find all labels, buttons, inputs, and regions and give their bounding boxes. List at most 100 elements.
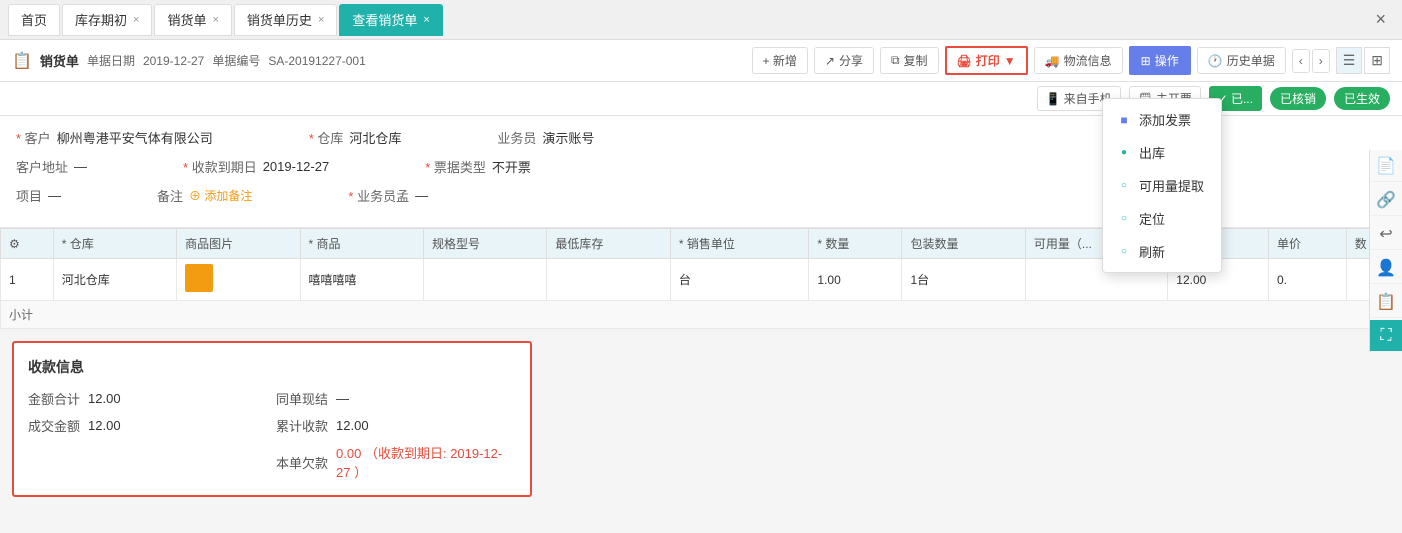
total-received-row: 累计收款 12.00	[276, 416, 516, 435]
project-label: 项目	[16, 186, 42, 205]
logistics-button-label: 物流信息	[1064, 52, 1112, 69]
current-due-amount: 0.00	[336, 446, 361, 461]
logistics-icon: 🚚	[1045, 54, 1060, 68]
outbound-icon: ●	[1117, 147, 1131, 158]
effect-badge[interactable]: 已生效	[1334, 87, 1390, 110]
window-close-button[interactable]: ×	[1367, 9, 1394, 30]
tab-home[interactable]: 首页	[8, 4, 60, 36]
sidebar-return-icon[interactable]: ↩	[1370, 218, 1402, 250]
row-img	[177, 259, 300, 301]
effect-badge-label: 已生效	[1344, 92, 1380, 106]
logistics-button[interactable]: 🚚 物流信息	[1034, 47, 1123, 74]
confirm-label: 已...	[1231, 90, 1253, 107]
add-note-button[interactable]: ⊕ 添加备注	[189, 187, 252, 204]
salesperson-field: 业务员孟 —	[348, 186, 428, 205]
tab-sales-history-close[interactable]: ×	[318, 14, 324, 26]
locate-label: 定位	[1139, 209, 1165, 228]
add-note-label: 添加备注	[204, 189, 252, 203]
doc-info: 📋 销货单 单据日期 2019-12-27 单据编号 SA-20191227-0…	[12, 51, 366, 71]
tab-sales[interactable]: 销货单 ×	[154, 4, 231, 36]
warehouse-field: 仓库 河北仓库	[309, 128, 402, 147]
grid-view-button[interactable]: ⊞	[1364, 47, 1390, 74]
salesperson-value: —	[415, 188, 428, 203]
available-icon: ○	[1117, 180, 1131, 191]
row-product: 嘻嘻嘻嘻	[300, 259, 423, 301]
address-field: 客户地址 —	[16, 157, 87, 176]
col-pack-qty: 包装数量	[902, 229, 1025, 259]
copy-button[interactable]: ⧉ 复制	[880, 47, 939, 74]
print-button[interactable]: 🖨 打印 ▼	[945, 46, 1028, 75]
tab-sales-history[interactable]: 销货单历史 ×	[234, 4, 337, 36]
sidebar-link-icon[interactable]: 🔗	[1370, 184, 1402, 216]
ticket-type-label: 票据类型	[425, 157, 486, 176]
deal-amount-value: 12.00	[88, 418, 121, 433]
tab-sales-close[interactable]: ×	[212, 14, 218, 26]
list-view-button[interactable]: ☰	[1336, 47, 1363, 74]
col-img: 商品图片	[177, 229, 300, 259]
payment-grid: 金额合计 12.00 成交金额 12.00 同单现结 — 累计收款 12.00 …	[28, 389, 516, 481]
share-button[interactable]: ↗ 分享	[814, 47, 874, 74]
new-button[interactable]: + 新增	[752, 47, 808, 74]
project-field: 项目 —	[16, 186, 61, 205]
sidebar-user-icon[interactable]: 👤	[1370, 252, 1402, 284]
share-button-label: 分享	[839, 52, 863, 69]
available-label: 可用量提取	[1139, 176, 1204, 195]
row-warehouse: 河北仓库	[53, 259, 176, 301]
staff-field: 业务员 演示账号	[497, 128, 594, 147]
col-gear: ⚙	[1, 229, 54, 259]
tab-inventory-close[interactable]: ×	[133, 14, 139, 26]
notes-field: 备注 ⊕ 添加备注	[157, 186, 252, 205]
dropdown-add-invoice[interactable]: ■ 添加发票	[1103, 103, 1221, 136]
add-invoice-label: 添加发票	[1139, 110, 1191, 129]
tab-view-sales[interactable]: 查看销货单 ×	[339, 4, 442, 36]
due-date-close: ）	[354, 465, 367, 480]
col-product: * 商品	[300, 229, 423, 259]
tab-inventory[interactable]: 库存期初 ×	[62, 4, 152, 36]
add-invoice-icon: ■	[1117, 113, 1131, 127]
dropdown-outbound[interactable]: ● 出库	[1103, 136, 1221, 169]
tab-bar: 首页 库存期初 × 销货单 × 销货单历史 × 查看销货单 × ×	[0, 0, 1402, 40]
sidebar-note-icon[interactable]: 📋	[1370, 286, 1402, 318]
new-button-label: + 新增	[763, 52, 797, 69]
notes-label: 备注	[157, 186, 183, 205]
dropdown-available[interactable]: ○ 可用量提取	[1103, 169, 1221, 202]
sold-badge[interactable]: 已核销	[1270, 87, 1326, 110]
date-label: 单据日期	[87, 52, 135, 69]
same-order-label: 同单现结	[276, 389, 328, 408]
amount-value: 12.00	[88, 391, 121, 406]
subtotal-row: 小计	[1, 301, 1402, 329]
dropdown-locate[interactable]: ○ 定位	[1103, 202, 1221, 235]
history-button[interactable]: 🕐 历史单据	[1197, 47, 1286, 74]
project-value: —	[48, 188, 61, 203]
payment-col-right: 同单现结 — 累计收款 12.00 本单欠款 0.00 （收款到期日: 2019…	[276, 389, 516, 481]
main-toolbar: 📋 销货单 单据日期 2019-12-27 单据编号 SA-20191227-0…	[0, 40, 1402, 82]
history-button-label: 历史单据	[1227, 52, 1275, 69]
row-qty: 1.00	[809, 259, 902, 301]
prev-button[interactable]: ‹	[1292, 49, 1310, 73]
refresh-label: 刷新	[1139, 242, 1165, 261]
dropdown-refresh[interactable]: ○ 刷新	[1103, 235, 1221, 268]
total-received-label: 累计收款	[276, 416, 328, 435]
col-min-stock: 最低库存	[547, 229, 670, 259]
deal-amount-row: 成交金额 12.00	[28, 416, 268, 435]
address-label: 客户地址	[16, 157, 68, 176]
col-spec: 规格型号	[423, 229, 546, 259]
tab-view-sales-close[interactable]: ×	[423, 14, 429, 26]
operate-button-label: 操作	[1155, 52, 1179, 69]
payment-date-field: 收款到期日 2019-12-27	[183, 157, 329, 176]
sidebar-doc-icon[interactable]: 📄	[1370, 150, 1402, 182]
payment-title: 收款信息	[28, 357, 516, 377]
row-unit: 台	[670, 259, 809, 301]
customer-label: 客户	[16, 128, 51, 147]
share-icon: ↗	[825, 54, 835, 68]
toolbar-actions: + 新增 ↗ 分享 ⧉ 复制 🖨 打印 ▼ 🚚 物流信息 ⊞ 操作 🕐 历史单据…	[752, 46, 1390, 75]
next-button[interactable]: ›	[1312, 49, 1330, 73]
current-due-label: 本单欠款	[276, 453, 328, 472]
dropdown-menu: ■ 添加发票 ● 出库 ○ 可用量提取 ○ 定位 ○ 刷新	[1102, 98, 1222, 273]
sidebar-expand-icon[interactable]: ⛶	[1370, 320, 1402, 352]
print-button-label: 打印	[976, 52, 1000, 69]
current-due-row: 本单欠款 0.00 （收款到期日: 2019-12-27 ）	[276, 443, 516, 481]
operate-button[interactable]: ⊞ 操作	[1129, 46, 1191, 75]
warehouse-label: 仓库	[309, 128, 344, 147]
operate-icon: ⊞	[1141, 54, 1151, 68]
